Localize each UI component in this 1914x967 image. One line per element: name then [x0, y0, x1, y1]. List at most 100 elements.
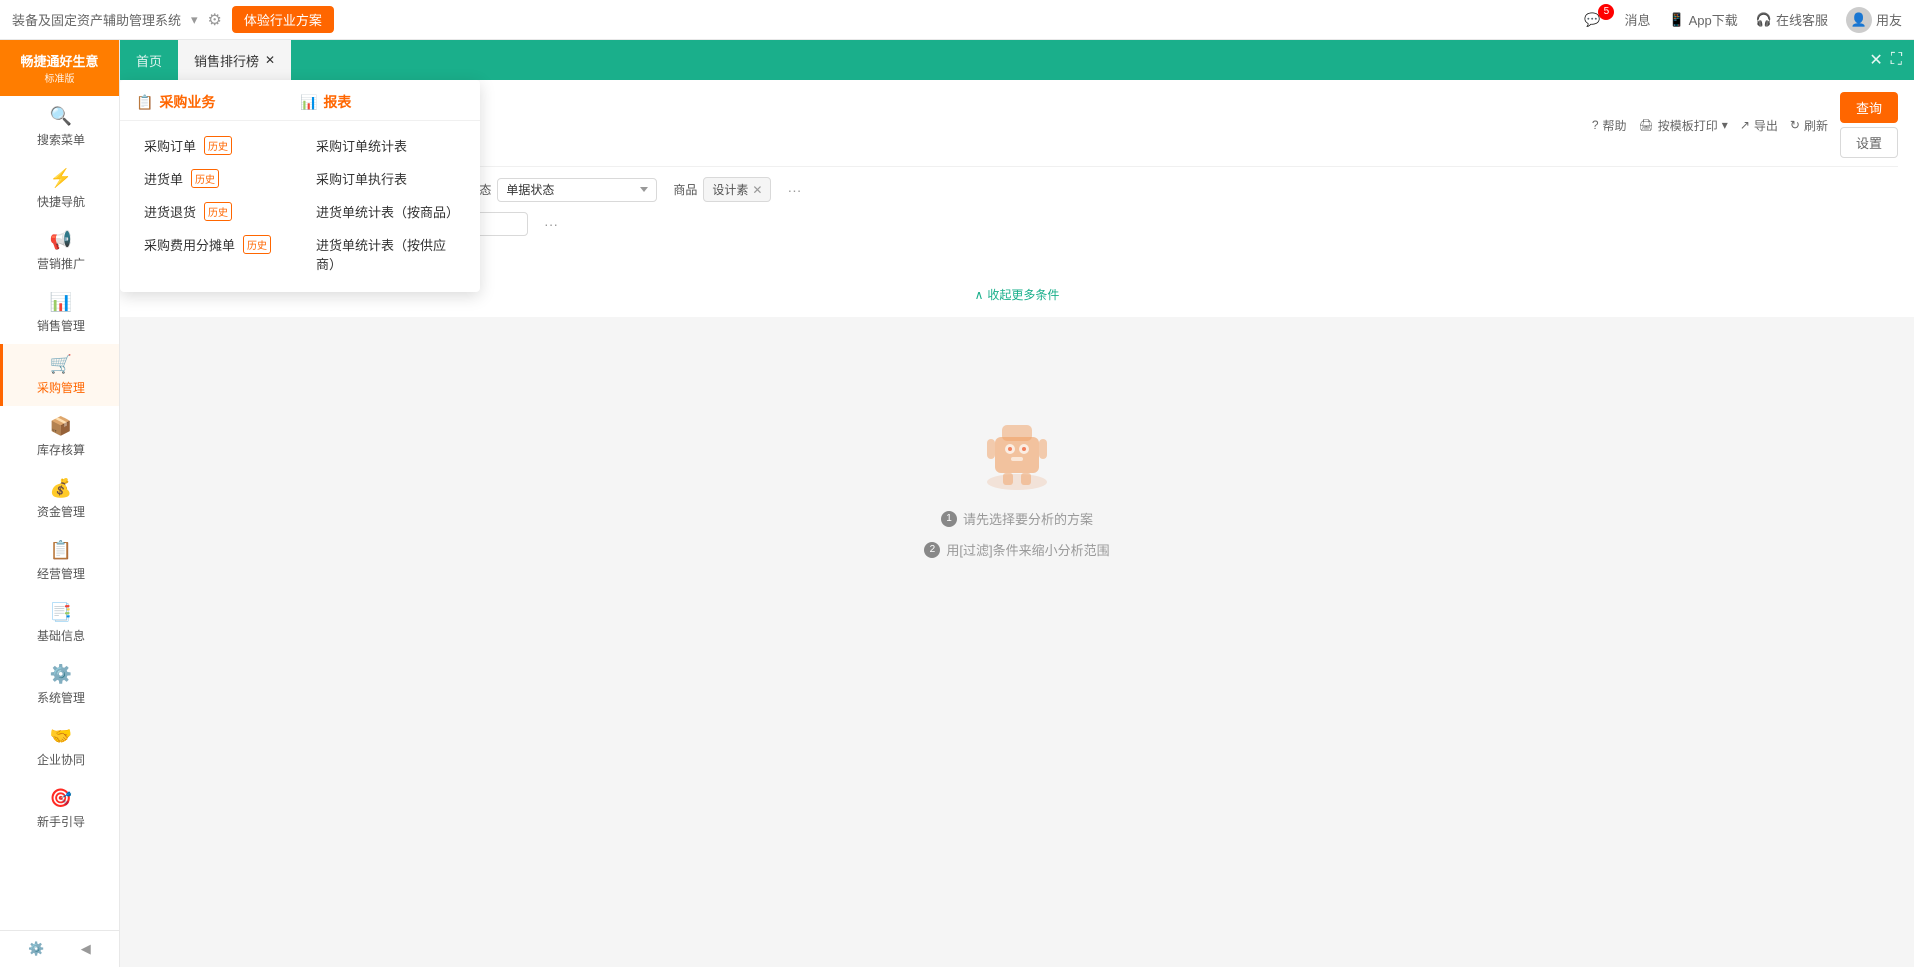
sidebar-bottom: ⚙️ ◀ [0, 930, 119, 967]
sidebar-item-management[interactable]: 📋 经营管理 [0, 530, 119, 592]
system-icon: ⚙️ [50, 664, 72, 685]
sidebar-item-nav[interactable]: ⚡ 快捷导航 [0, 158, 119, 220]
dropdown-arrow-icon[interactable]: ▾ [191, 12, 198, 28]
goods-filter-item: 商品 设计素 ✕ [673, 177, 771, 202]
dropdown-category-purchase: 📋 采购业务 [136, 92, 300, 112]
inventory-icon: 📦 [50, 416, 72, 437]
menu-item-incoming-stats-goods[interactable]: 进货单统计表（按商品） [308, 195, 464, 228]
dropdown-col-report: 采购订单统计表 采购订单执行表 进货单统计表（按商品） 进货单统计表（按供应商） [300, 129, 472, 280]
menu-item-incoming-stats-supplier[interactable]: 进货单统计表（按供应商） [308, 228, 464, 280]
tab-close-icon[interactable]: ✕ [265, 53, 275, 67]
query-btn[interactable]: 查询 [1840, 92, 1898, 123]
sidebar-item-purchase[interactable]: 🛒 采购管理 [0, 344, 119, 406]
goods-tag-close[interactable]: ✕ [752, 183, 762, 197]
user-item[interactable]: 👤 用友 [1846, 7, 1902, 33]
app-download-item[interactable]: 📱 App下载 [1668, 10, 1737, 29]
tab-sales-ranking[interactable]: 销售排行榜 ✕ [178, 40, 291, 80]
tab-home[interactable]: 首页 [120, 40, 178, 80]
sidebar-label-inventory: 库存核算 [37, 441, 85, 458]
sidebar-item-base[interactable]: 📑 基础信息 [0, 592, 119, 654]
purchase-order-label: 采购订单 [144, 136, 196, 155]
sidebar-label-collab: 企业协同 [37, 751, 85, 768]
fullscreen-icon[interactable]: ⛶ [1891, 51, 1902, 69]
incoming-stats-goods-label: 进货单统计表（按商品） [316, 202, 456, 221]
export-btn[interactable]: ↗ 导出 [1740, 117, 1778, 134]
goods-tag: 设计素 ✕ [703, 177, 771, 202]
online-service-item[interactable]: 🎧 在线客服 [1756, 10, 1828, 29]
dropdown-grid: 采购订单 历史 进货单 历史 进货退货 历史 采购费用分摊单 历史 [120, 129, 480, 280]
incoming-label: 进货单 [144, 169, 183, 188]
refresh-label: 刷新 [1804, 117, 1828, 134]
tab-bar: 首页 销售排行榜 ✕ ✕ ⛶ [120, 40, 1914, 80]
main-layout: 畅捷通好生意 标准版 🔍 搜索菜单 ⚡ 快捷导航 📢 营销推广 📊 销售管理 🛒… [0, 40, 1914, 967]
settings-bottom-icon[interactable]: ⚙️ [28, 941, 44, 957]
sidebar-item-finance[interactable]: 💰 资金管理 [0, 468, 119, 530]
help-label: 帮助 [1603, 117, 1627, 134]
top-bar-left: 装备及固定资产辅助管理系统 ▾ ⚙ 体验行业方案 [12, 6, 334, 33]
sidebar-item-guide[interactable]: 🎯 新手引导 [0, 778, 119, 840]
collapse-sidebar-icon[interactable]: ◀ [81, 941, 91, 957]
logo-sub: 标准版 [45, 70, 75, 85]
sidebar-label-guide: 新手引导 [37, 813, 85, 830]
logo-main: 畅捷通好生意 [20, 51, 98, 70]
export-icon: ↗ [1740, 118, 1750, 132]
settings-icon[interactable]: ⚙ [208, 10, 222, 30]
sidebar-item-inventory[interactable]: 📦 库存核算 [0, 406, 119, 468]
sidebar-label-management: 经营管理 [37, 565, 85, 582]
status-select[interactable]: 单据状态 [497, 178, 657, 202]
help-icon: ? [1592, 118, 1599, 132]
sales-icon: 📊 [50, 292, 72, 313]
close-window-icon[interactable]: ✕ [1869, 50, 1882, 70]
collapse-arrow-icon: ∧ [975, 288, 984, 302]
sidebar-item-search[interactable]: 🔍 搜索菜单 [0, 96, 119, 158]
menu-item-incoming[interactable]: 进货单 历史 [136, 162, 292, 195]
report-cat-label: 报表 [323, 92, 351, 112]
menu-item-return[interactable]: 进货退货 历史 [136, 195, 292, 228]
dropdown-category-report: 📊 报表 [300, 92, 464, 112]
purchase-icon: 🛒 [50, 354, 72, 375]
order-exec-label: 采购订单执行表 [316, 169, 407, 188]
sidebar-item-collab[interactable]: 🤝 企业协同 [0, 716, 119, 778]
top-bar-right: 💬 5 消息 📱 App下载 🎧 在线客服 👤 用友 [1584, 7, 1902, 33]
dropdown-col-purchase: 采购订单 历史 进货单 历史 进货退货 历史 采购费用分摊单 历史 [128, 129, 300, 280]
settings-btn[interactable]: 设置 [1840, 127, 1898, 158]
sidebar: 畅捷通好生意 标准版 🔍 搜索菜单 ⚡ 快捷导航 📢 营销推广 📊 销售管理 🛒… [0, 40, 120, 967]
history-badge-2: 历史 [191, 169, 219, 188]
empty-text-2: 用[过滤]条件来缩小分析范围 [946, 540, 1109, 559]
empty-text-1: 请先选择要分析的方案 [963, 509, 1093, 528]
print-btn[interactable]: 🖨 按模板打印 ▾ [1639, 117, 1728, 134]
empty-state: 1 请先选择要分析的方案 2 用[过滤]条件来缩小分析范围 [120, 317, 1914, 639]
menu-item-purchase-order[interactable]: 采购订单 历史 [136, 129, 292, 162]
print-dropdown-icon: ▾ [1722, 118, 1728, 132]
refresh-btn[interactable]: ↻ 刷新 [1790, 117, 1828, 134]
sidebar-label-system: 系统管理 [37, 689, 85, 706]
sidebar-label-nav: 快捷导航 [37, 193, 85, 210]
sidebar-logo: 畅捷通好生意 标准版 [0, 40, 119, 96]
history-badge-1: 历史 [204, 136, 232, 155]
incoming-stats-supplier-label: 进货单统计表（按供应商） [316, 235, 456, 273]
sidebar-item-system[interactable]: ⚙️ 系统管理 [0, 654, 119, 716]
industry-btn[interactable]: 体验行业方案 [232, 6, 334, 33]
empty-illustration [967, 397, 1067, 497]
menu-item-order-stats[interactable]: 采购订单统计表 [308, 129, 464, 162]
sidebar-item-marketing[interactable]: 📢 营销推广 [0, 220, 119, 282]
menu-item-order-exec[interactable]: 采购订单执行表 [308, 162, 464, 195]
history-badge-4: 历史 [243, 235, 271, 254]
marketing-icon: 📢 [50, 230, 72, 251]
dropdown-header: 📋 采购业务 📊 报表 [120, 92, 480, 121]
online-service-label: 在线客服 [1776, 10, 1828, 29]
purchase-cat-label: 采购业务 [159, 92, 215, 112]
expense-label: 采购费用分摊单 [144, 235, 235, 254]
menu-item-expense[interactable]: 采购费用分摊单 历史 [136, 228, 292, 261]
goods-label: 商品 [673, 181, 697, 198]
sidebar-label-marketing: 营销推广 [37, 255, 85, 272]
help-btn[interactable]: ? 帮助 [1592, 117, 1627, 134]
return-label: 进货退货 [144, 202, 196, 221]
row1-more-dots[interactable]: ··· [787, 182, 801, 198]
headset-icon: 🎧 [1756, 12, 1772, 28]
sidebar-label-search: 搜索菜单 [37, 131, 85, 148]
sidebar-item-sales[interactable]: 📊 销售管理 [0, 282, 119, 344]
refresh-icon: ↻ [1790, 118, 1800, 132]
message-icon-item[interactable]: 💬 5 消息 [1584, 10, 1650, 29]
row2-more-dots[interactable]: ··· [544, 216, 558, 232]
